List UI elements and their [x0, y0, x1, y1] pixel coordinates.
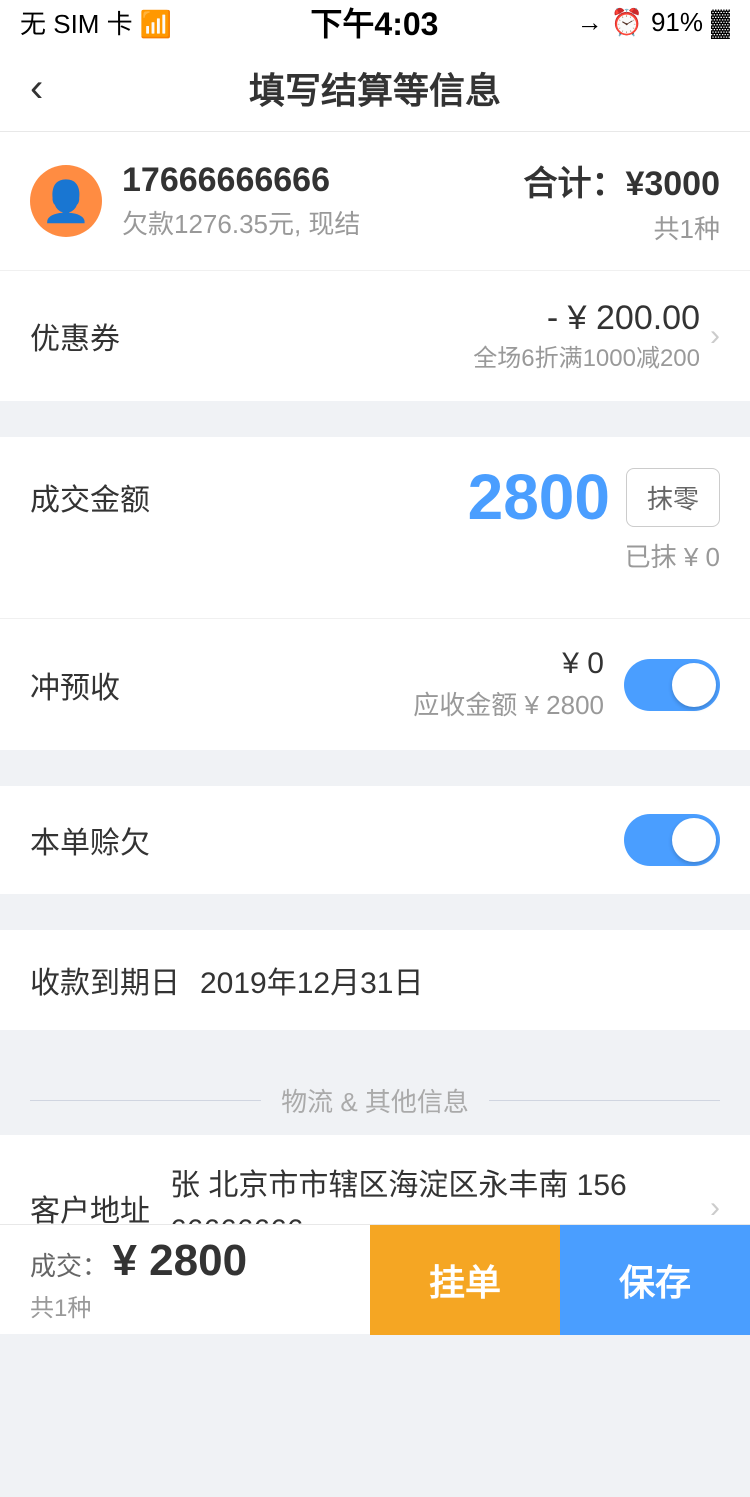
status-bar: 无 SIM 卡 📶 下午4:03 → ⏰ 91% ▓	[0, 0, 750, 44]
prepay-right: ¥ 0 应收金额 ¥ 2800	[413, 647, 720, 722]
bottom-deal-row: 成交： ¥ 2800	[30, 1236, 340, 1286]
bottom-summary: 成交： ¥ 2800 共1种	[0, 1236, 370, 1323]
separator-2	[0, 766, 750, 786]
bottom-deal-label: 成交：	[30, 1251, 108, 1281]
separator-3	[0, 910, 750, 930]
coupon-label: 优惠券	[30, 314, 120, 358]
avatar: 👤	[30, 165, 102, 237]
status-left: 无 SIM 卡 📶	[20, 4, 172, 41]
deferred-label: 本单赊欠	[30, 818, 150, 862]
customer-total: 合计：¥3000 共1种	[523, 156, 720, 246]
customer-info-row: 👤 17666666666 欠款1276.35元, 现结 合计：¥3000 共1…	[0, 132, 750, 270]
hang-button[interactable]: 挂单	[370, 1225, 560, 1335]
bottom-bar: 成交： ¥ 2800 共1种 挂单 保存	[0, 1224, 750, 1334]
prepay-label: 冲预收	[30, 663, 120, 707]
deal-amount-row: 成交金额 2800 抹零 已抹 ¥ 0	[0, 437, 750, 602]
separator-4	[0, 1046, 750, 1066]
prepay-amount: ¥ 0	[413, 647, 604, 681]
prepay-toggle[interactable]	[624, 659, 720, 711]
round-down-button[interactable]: 抹零	[626, 468, 720, 527]
deal-section: 成交金额 2800 抹零 已抹 ¥ 0 冲预收 ¥ 0 应收金额 ¥ 2800	[0, 437, 750, 750]
deferred-toggle-knob	[672, 818, 716, 862]
customer-phone: 17666666666	[122, 161, 523, 200]
alarm-icon: ⏰	[611, 7, 643, 38]
address-chevron-icon: ›	[710, 1191, 720, 1225]
logistics-text: 物流 & 其他信息	[281, 1082, 469, 1119]
logistics-divider: 物流 & 其他信息	[0, 1066, 750, 1135]
status-time: 下午4:03	[310, 0, 438, 45]
battery-icon: ▓	[711, 7, 730, 38]
logistics-line-left	[30, 1100, 261, 1101]
bottom-deal-sub: 共1种	[30, 1288, 340, 1323]
coupon-discount: - ¥ 200.00 全场6折满1000减200	[473, 299, 700, 373]
deal-sub: 已抹 ¥ 0	[30, 537, 720, 574]
prepay-row: 冲预收 ¥ 0 应收金额 ¥ 2800	[0, 618, 750, 750]
bottom-deal-amount: ¥ 2800	[112, 1236, 247, 1285]
duedate-label: 收款到期日	[30, 958, 180, 1002]
logistics-line-right	[489, 1100, 720, 1101]
save-button[interactable]: 保存	[560, 1225, 750, 1335]
duedate-value: 2019年12月31日	[200, 958, 423, 1002]
deferred-section: 本单赊欠	[0, 786, 750, 894]
coupon-row[interactable]: 优惠券 - ¥ 200.00 全场6折满1000减200 ›	[0, 270, 750, 401]
customer-section: 👤 17666666666 欠款1276.35元, 现结 合计：¥3000 共1…	[0, 132, 750, 401]
duedate-section: 收款到期日 2019年12月31日	[0, 930, 750, 1030]
nav-bar: ‹ 填写结算等信息	[0, 44, 750, 132]
total-sub: 共1种	[523, 209, 720, 246]
battery-text: 91%	[651, 7, 703, 38]
deal-label: 成交金额	[30, 475, 150, 519]
separator-1	[0, 417, 750, 437]
back-button[interactable]: ‹	[30, 68, 43, 108]
deal-amount: 2800	[468, 465, 610, 529]
deal-right: 2800 抹零	[468, 465, 720, 529]
discount-amount: - ¥ 200.00	[473, 299, 700, 338]
customer-details: 17666666666 欠款1276.35元, 现结	[122, 161, 523, 241]
customer-sub: 欠款1276.35元, 现结	[122, 204, 523, 241]
status-right: → ⏰ 91% ▓	[577, 7, 730, 38]
prepay-sub: 应收金额 ¥ 2800	[413, 685, 604, 722]
deal-row: 成交金额 2800 抹零	[30, 465, 720, 529]
total-amount: 合计：¥3000	[523, 156, 720, 205]
deferred-toggle[interactable]	[624, 814, 720, 866]
page-title: 填写结算等信息	[249, 62, 501, 114]
discount-sub: 全场6折满1000减200	[473, 338, 700, 373]
location-icon: →	[577, 7, 603, 38]
duedate-row: 收款到期日 2019年12月31日	[30, 958, 720, 1002]
toggle-knob	[672, 663, 716, 707]
chevron-right-icon: ›	[710, 319, 720, 353]
coupon-right: - ¥ 200.00 全场6折满1000减200 ›	[473, 299, 720, 373]
prepay-amount-block: ¥ 0 应收金额 ¥ 2800	[413, 647, 604, 722]
user-icon: 👤	[41, 178, 91, 225]
